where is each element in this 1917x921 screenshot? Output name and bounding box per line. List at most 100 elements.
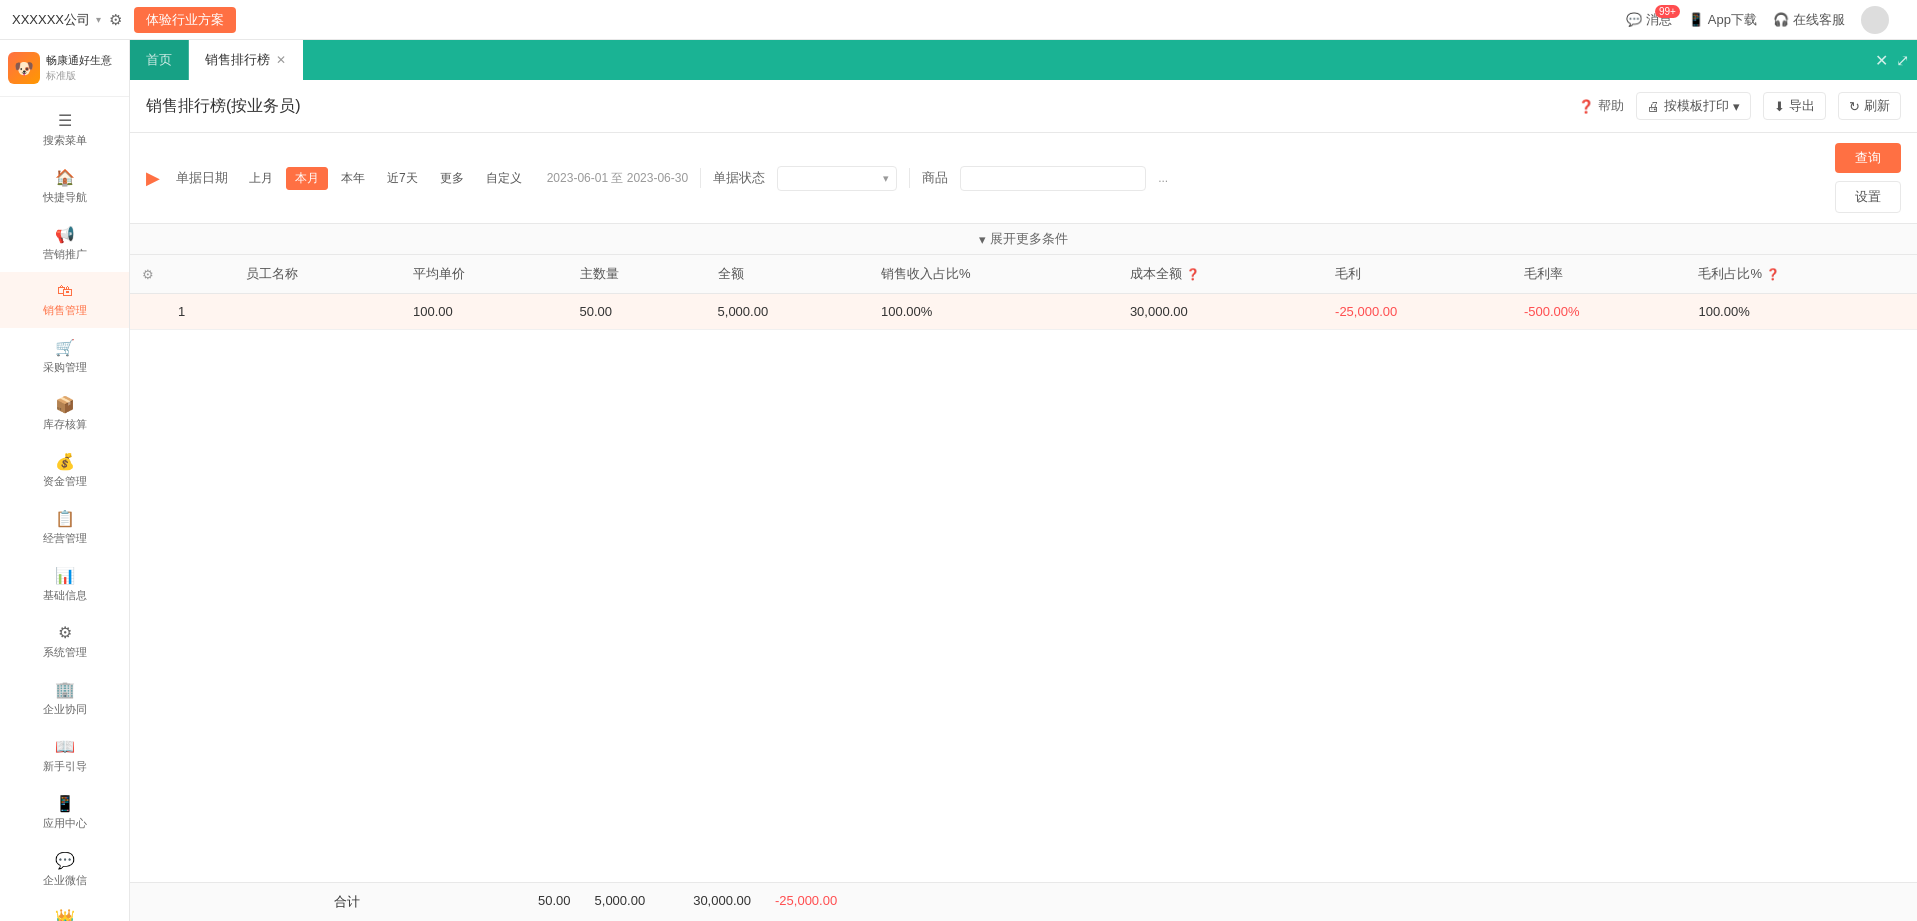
table-footer: 合计 50.00 5,000.00 30,000.00 -25,000.00 bbox=[130, 882, 1917, 921]
enterprise-icon: 🏢 bbox=[55, 680, 75, 699]
column-settings-icon[interactable]: ⚙ bbox=[142, 267, 154, 282]
col-header-settings[interactable]: ⚙ bbox=[130, 255, 166, 294]
home-icon: 🏠 bbox=[55, 168, 75, 187]
avatar[interactable] bbox=[1861, 6, 1889, 34]
sidebar-item-apps[interactable]: 📱 应用中心 bbox=[0, 784, 129, 841]
col-header-rank bbox=[166, 255, 234, 294]
refresh-button[interactable]: ↻ 刷新 bbox=[1838, 92, 1901, 120]
sidebar-item-member[interactable]: 👑 畅会员 bbox=[0, 898, 129, 921]
sidebar-item-quicknav[interactable]: 🏠 快捷导航 bbox=[0, 158, 129, 215]
sidebar-item-marketing[interactable]: 📢 营销推广 bbox=[0, 215, 129, 272]
date-btn-more[interactable]: 更多 bbox=[431, 167, 473, 190]
online-service-button[interactable]: 🎧 在线客服 bbox=[1773, 11, 1845, 29]
tab-close-window-icon[interactable]: ✕ bbox=[1875, 51, 1888, 70]
trial-button[interactable]: 体验行业方案 bbox=[134, 7, 236, 33]
print-button[interactable]: 🖨 按模板打印 ▾ bbox=[1636, 92, 1751, 120]
goods-more-link[interactable]: ... bbox=[1158, 171, 1168, 185]
date-btn-prev[interactable]: 上月 bbox=[240, 167, 282, 190]
sidebar-item-basic-label: 基础信息 bbox=[43, 588, 87, 603]
sidebar-item-operation[interactable]: 📋 经营管理 bbox=[0, 499, 129, 556]
filter-expand-arrow[interactable]: ▶ bbox=[146, 167, 160, 189]
topbar-gear-icon[interactable]: ⚙ bbox=[109, 11, 122, 29]
date-btn-curr[interactable]: 本月 bbox=[286, 167, 328, 190]
cell-settings bbox=[130, 294, 166, 330]
col-header-cost: 成本全额 ❓ bbox=[1118, 255, 1323, 294]
tab-close-icon[interactable]: ✕ bbox=[276, 53, 286, 67]
basic-icon: 📊 bbox=[55, 566, 75, 585]
export-label: 导出 bbox=[1789, 97, 1815, 115]
cell-qty: 50.00 bbox=[568, 294, 706, 330]
footer-qty: 50.00 bbox=[526, 893, 583, 911]
sidebar-item-enterprise[interactable]: 🏢 企业协同 bbox=[0, 670, 129, 727]
sidebar-item-wechat[interactable]: 💬 企业微信 bbox=[0, 841, 129, 898]
date-btn-7days[interactable]: 近7天 bbox=[378, 167, 427, 190]
tabbar: 首页 销售排行榜 ✕ ✕ ⤢ bbox=[130, 40, 1917, 80]
app-download-button[interactable]: 📱 App下载 bbox=[1688, 11, 1757, 29]
settings-button[interactable]: 设置 bbox=[1835, 181, 1901, 213]
tab-expand-icon[interactable]: ⤢ bbox=[1896, 51, 1909, 70]
sidebar-item-finance[interactable]: 💰 资金管理 bbox=[0, 442, 129, 499]
operation-icon: 📋 bbox=[55, 509, 75, 528]
cell-amount: 5,000.00 bbox=[706, 294, 869, 330]
company-name: XXXXXX公司 bbox=[12, 11, 90, 29]
sidebar-item-guide-label: 新手引导 bbox=[43, 759, 87, 774]
cell-name bbox=[234, 294, 401, 330]
sidebar-nav: ☰ 搜索菜单 🏠 快捷导航 📢 营销推广 🛍 销售管理 🛒 采购管理 📦 bbox=[0, 97, 129, 921]
logo-subtitle: 标准版 bbox=[46, 69, 112, 83]
sidebar-item-marketing-label: 营销推广 bbox=[43, 247, 87, 262]
page-title: 销售排行榜(按业务员) bbox=[146, 96, 301, 117]
goods-label: 商品 bbox=[922, 169, 948, 187]
help-icon: ❓ bbox=[1578, 99, 1594, 114]
help-label: 帮助 bbox=[1598, 97, 1624, 115]
footer-avg-price bbox=[502, 893, 526, 911]
col-header-gross-pct: 毛利占比% ❓ bbox=[1686, 255, 1917, 294]
sidebar-item-inventory[interactable]: 📦 库存核算 bbox=[0, 385, 129, 442]
sidebar-item-sales[interactable]: 🛍 销售管理 bbox=[0, 272, 129, 328]
sidebar-item-system[interactable]: ⚙ 系统管理 bbox=[0, 613, 129, 670]
service-icon: 🎧 bbox=[1773, 12, 1789, 27]
company-selector[interactable]: XXXXXX公司 ▾ bbox=[12, 11, 101, 29]
table-body: 1 100.00 50.00 5,000.00 100.00% 30,000.0… bbox=[130, 294, 1917, 330]
tab-home[interactable]: 首页 bbox=[130, 40, 189, 80]
expand-conditions-button[interactable]: ▾ 展开更多条件 bbox=[979, 230, 1068, 248]
status-label: 单据状态 bbox=[713, 169, 765, 187]
date-buttons: 上月 本月 本年 近7天 更多 自定义 bbox=[240, 167, 531, 190]
print-icon: 🖨 bbox=[1647, 99, 1660, 114]
service-label: 在线客服 bbox=[1793, 11, 1845, 29]
date-btn-custom[interactable]: 自定义 bbox=[477, 167, 531, 190]
finance-icon: 💰 bbox=[55, 452, 75, 471]
sidebar-item-guide[interactable]: 📖 新手引导 bbox=[0, 727, 129, 784]
sidebar-item-search[interactable]: ☰ 搜索菜单 bbox=[0, 101, 129, 158]
guide-icon: 📖 bbox=[55, 737, 75, 756]
table-header: ⚙ 员工名称 平均单价 主数量 全额 销售收入占比% 成本全额 ❓ 毛利 bbox=[130, 255, 1917, 294]
tab-sales-rank[interactable]: 销售排行榜 ✕ bbox=[189, 40, 303, 80]
query-button[interactable]: 查询 bbox=[1835, 143, 1901, 173]
logo-text-group: 畅康通好生意 标准版 bbox=[46, 53, 112, 82]
sidebar-item-purchase[interactable]: 🛒 采购管理 bbox=[0, 328, 129, 385]
expand-down-icon: ▾ bbox=[979, 232, 986, 247]
member-icon: 👑 bbox=[55, 908, 75, 921]
topbar: XXXXXX公司 ▾ ⚙ 体验行业方案 💬 消息 99+ 📱 App下载 🎧 在… bbox=[0, 0, 1917, 40]
sidebar-item-finance-label: 资金管理 bbox=[43, 474, 87, 489]
sidebar-item-operation-label: 经营管理 bbox=[43, 531, 87, 546]
status-select-wrapper bbox=[777, 166, 897, 191]
message-button[interactable]: 💬 消息 99+ bbox=[1626, 11, 1672, 29]
cost-help-icon[interactable]: ❓ bbox=[1186, 268, 1200, 280]
content-area: 首页 销售排行榜 ✕ ✕ ⤢ 销售排行榜(按业务员) ❓ 帮助 bbox=[130, 40, 1917, 921]
date-btn-year[interactable]: 本年 bbox=[332, 167, 374, 190]
sidebar-item-inventory-label: 库存核算 bbox=[43, 417, 87, 432]
col-header-gross: 毛利 bbox=[1323, 255, 1512, 294]
sidebar-item-quicknav-label: 快捷导航 bbox=[43, 190, 87, 205]
sales-rank-tab-label: 销售排行榜 bbox=[205, 51, 270, 69]
gross-pct-help-icon[interactable]: ❓ bbox=[1766, 268, 1780, 280]
help-link[interactable]: ❓ 帮助 bbox=[1578, 97, 1624, 115]
footer-cells: 合计 50.00 5,000.00 30,000.00 -25,000.00 bbox=[142, 893, 1905, 911]
footer-amount: 5,000.00 bbox=[583, 893, 658, 911]
filter-divider-2 bbox=[909, 168, 910, 188]
wechat-icon: 💬 bbox=[55, 851, 75, 870]
status-select[interactable] bbox=[777, 166, 897, 191]
filter-bar: ▶ 单据日期 上月 本月 本年 近7天 更多 自定义 2023-06-01 至 … bbox=[130, 133, 1917, 224]
export-button[interactable]: ⬇ 导出 bbox=[1763, 92, 1826, 120]
goods-input[interactable] bbox=[960, 166, 1146, 191]
sidebar-item-basic[interactable]: 📊 基础信息 bbox=[0, 556, 129, 613]
